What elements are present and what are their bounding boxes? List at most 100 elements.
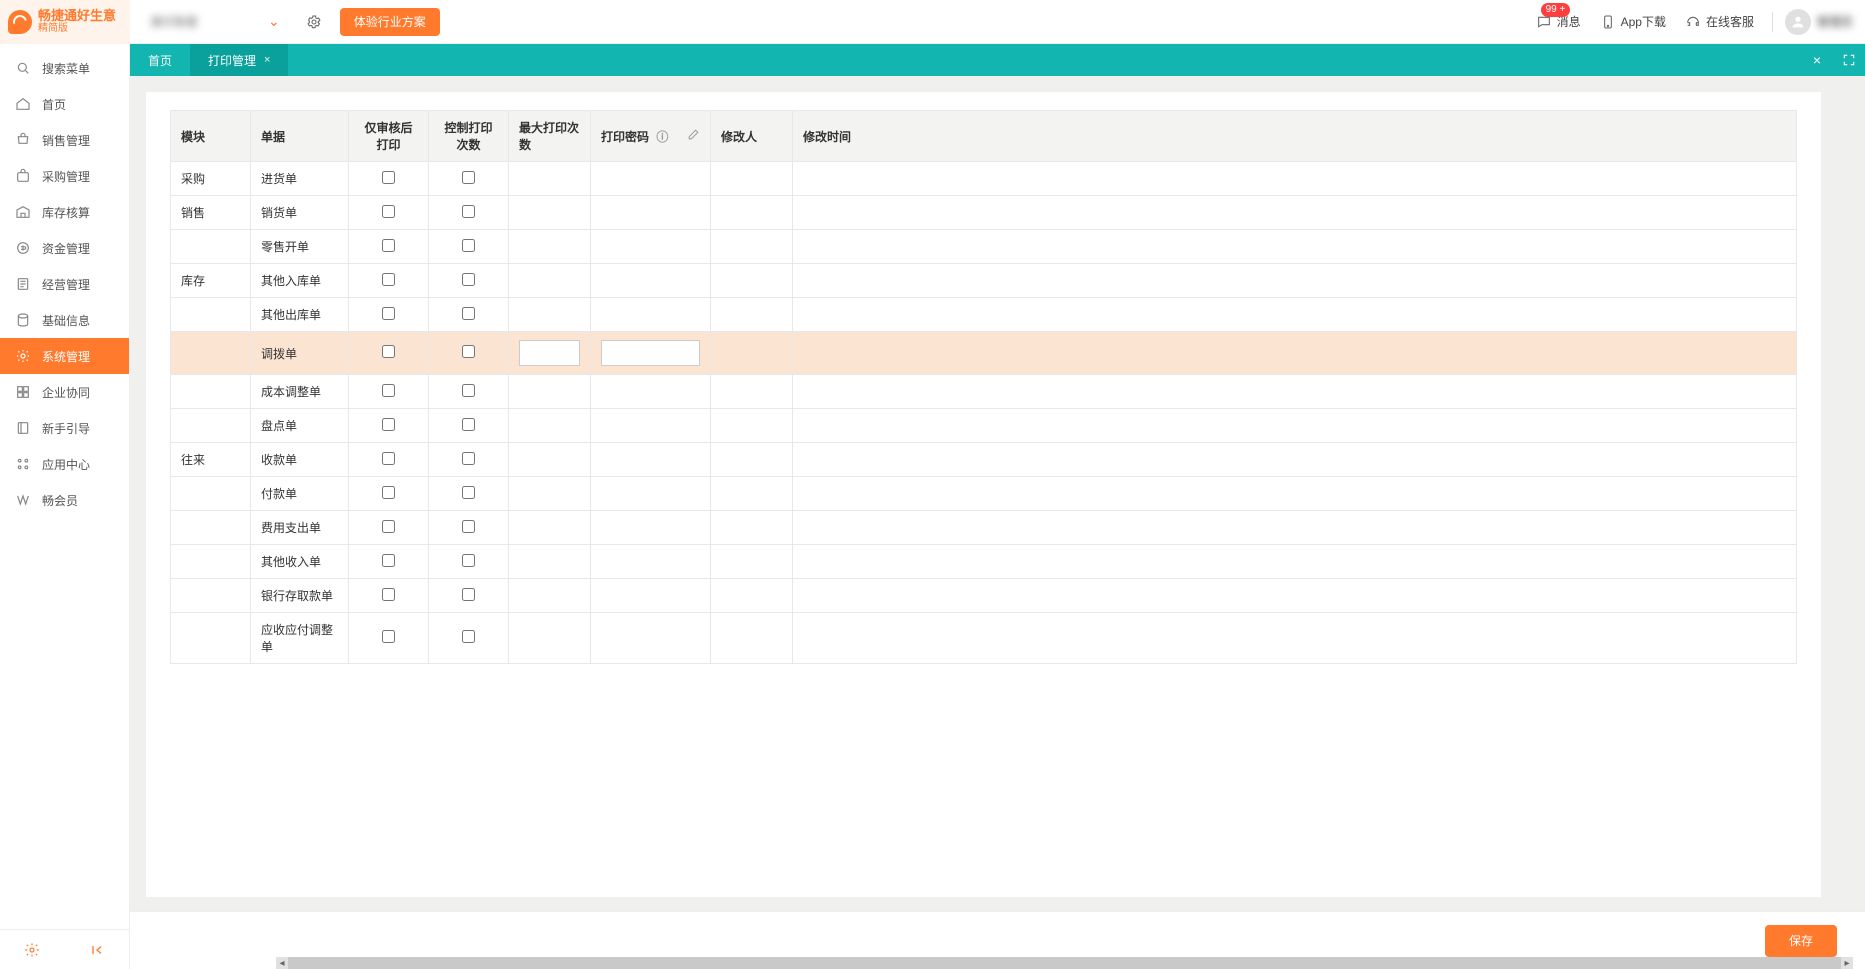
user-name: 管理员	[1817, 13, 1853, 30]
tab-close-icon[interactable]: ×	[264, 54, 270, 66]
cell-modtime	[793, 375, 1797, 409]
ctrl-checkbox[interactable]	[462, 418, 475, 431]
audit-checkbox[interactable]	[382, 239, 395, 252]
cell-ctrl	[429, 409, 509, 443]
print-password-input[interactable]	[601, 340, 700, 366]
sidebar-collapse-button[interactable]	[86, 939, 108, 961]
audit-checkbox[interactable]	[382, 486, 395, 499]
scroll-left-arrow[interactable]: ◂	[276, 957, 288, 969]
audit-checkbox[interactable]	[382, 452, 395, 465]
audit-checkbox[interactable]	[382, 520, 395, 533]
app-download-button[interactable]: App下载	[1599, 13, 1666, 31]
table-row: 其他收入单	[171, 545, 1797, 579]
ctrl-checkbox[interactable]	[462, 486, 475, 499]
cell-max	[509, 162, 591, 196]
customer-service-button[interactable]: 在线客服	[1684, 13, 1754, 31]
ctrl-checkbox[interactable]	[462, 205, 475, 218]
ctrl-checkbox[interactable]	[462, 452, 475, 465]
audit-checkbox[interactable]	[382, 554, 395, 567]
ctrl-checkbox[interactable]	[462, 630, 475, 643]
cell-doc: 成本调整单	[251, 375, 349, 409]
sidebar-item-grid[interactable]: 企业协同	[0, 374, 129, 410]
report-icon	[14, 275, 32, 293]
industry-solution-button[interactable]: 体验行业方案	[340, 8, 440, 36]
th-audit: 仅审核后打印	[349, 111, 429, 162]
content-panel: 模块 单据 仅审核后打印 控制打印次数 最大打印次数 打印密码 ⓘ	[146, 92, 1821, 897]
cell-modtime	[793, 579, 1797, 613]
audit-checkbox[interactable]	[382, 345, 395, 358]
cell-pwd	[591, 613, 711, 664]
sidebar-item-book[interactable]: 新手引导	[0, 410, 129, 446]
ctrl-checkbox[interactable]	[462, 520, 475, 533]
cell-modby	[711, 409, 793, 443]
sidebar-item-bag[interactable]: 采购管理	[0, 158, 129, 194]
cell-max	[509, 298, 591, 332]
audit-checkbox[interactable]	[382, 418, 395, 431]
table-row: 往来收款单	[171, 443, 1797, 477]
ctrl-checkbox[interactable]	[462, 171, 475, 184]
table-row: 成本调整单	[171, 375, 1797, 409]
book-icon	[14, 419, 32, 437]
sidebar-item-report[interactable]: 经营管理	[0, 266, 129, 302]
ctrl-checkbox[interactable]	[462, 307, 475, 320]
tabs-close-all-button[interactable]: ×	[1801, 44, 1833, 76]
scroll-right-arrow[interactable]: ▸	[1841, 957, 1853, 969]
cell-pwd	[591, 443, 711, 477]
org-selector[interactable]: 演示账套 ⌄	[142, 6, 288, 38]
cell-ctrl	[429, 375, 509, 409]
sidebar-item-db[interactable]: 基础信息	[0, 302, 129, 338]
cell-modby	[711, 613, 793, 664]
help-icon[interactable]: ⓘ	[656, 130, 668, 144]
cell-modtime	[793, 162, 1797, 196]
audit-checkbox[interactable]	[382, 205, 395, 218]
avatar[interactable]	[1785, 9, 1811, 35]
messages-button[interactable]: 99 + 消息	[1535, 13, 1581, 31]
audit-checkbox[interactable]	[382, 630, 395, 643]
audit-checkbox[interactable]	[382, 588, 395, 601]
audit-checkbox[interactable]	[382, 273, 395, 286]
ctrl-checkbox[interactable]	[462, 384, 475, 397]
sidebar-item-stock[interactable]: 库存核算	[0, 194, 129, 230]
scroll-track[interactable]	[288, 957, 1841, 969]
horizontal-scrollbar[interactable]: ◂ ▸	[276, 957, 1853, 969]
sidebar-item-wallet[interactable]: 资金管理	[0, 230, 129, 266]
cell-ctrl	[429, 443, 509, 477]
phone-icon	[1599, 13, 1617, 31]
cell-module	[171, 511, 251, 545]
tabs-fullscreen-button[interactable]	[1833, 44, 1865, 76]
max-print-input[interactable]	[519, 340, 580, 366]
ctrl-checkbox[interactable]	[462, 554, 475, 567]
cell-modtime	[793, 477, 1797, 511]
th-max: 最大打印次数	[509, 111, 591, 162]
sidebar-item-home[interactable]: 首页	[0, 86, 129, 122]
ctrl-checkbox[interactable]	[462, 345, 475, 358]
th-ctrl: 控制打印次数	[429, 111, 509, 162]
save-button[interactable]: 保存	[1765, 925, 1837, 957]
cell-modby	[711, 162, 793, 196]
sidebar-item-apps[interactable]: 应用中心	[0, 446, 129, 482]
settings-button[interactable]	[300, 8, 328, 36]
sidebar-settings-button[interactable]	[21, 939, 43, 961]
ctrl-checkbox[interactable]	[462, 273, 475, 286]
ctrl-checkbox[interactable]	[462, 239, 475, 252]
sidebar-item-search[interactable]: 搜索菜单	[0, 50, 129, 86]
cell-ctrl	[429, 264, 509, 298]
audit-checkbox[interactable]	[382, 171, 395, 184]
audit-checkbox[interactable]	[382, 307, 395, 320]
cell-max	[509, 196, 591, 230]
audit-checkbox[interactable]	[382, 384, 395, 397]
cell-modtime	[793, 545, 1797, 579]
sidebar-item-vip[interactable]: 畅会员	[0, 482, 129, 518]
ctrl-checkbox[interactable]	[462, 588, 475, 601]
cell-pwd	[591, 511, 711, 545]
cell-doc: 零售开单	[251, 230, 349, 264]
tab-打印管理[interactable]: 打印管理×	[190, 44, 288, 76]
sidebar-item-gear[interactable]: 系统管理	[0, 338, 129, 374]
edit-column-button[interactable]	[687, 128, 700, 144]
tab-首页[interactable]: 首页	[130, 44, 190, 76]
table-row: 库存其他入库单	[171, 264, 1797, 298]
cell-pwd	[591, 298, 711, 332]
cell-modby	[711, 443, 793, 477]
sidebar-item-cart[interactable]: 销售管理	[0, 122, 129, 158]
brand-logo[interactable]: 畅捷通好生意 精简版	[0, 0, 130, 44]
